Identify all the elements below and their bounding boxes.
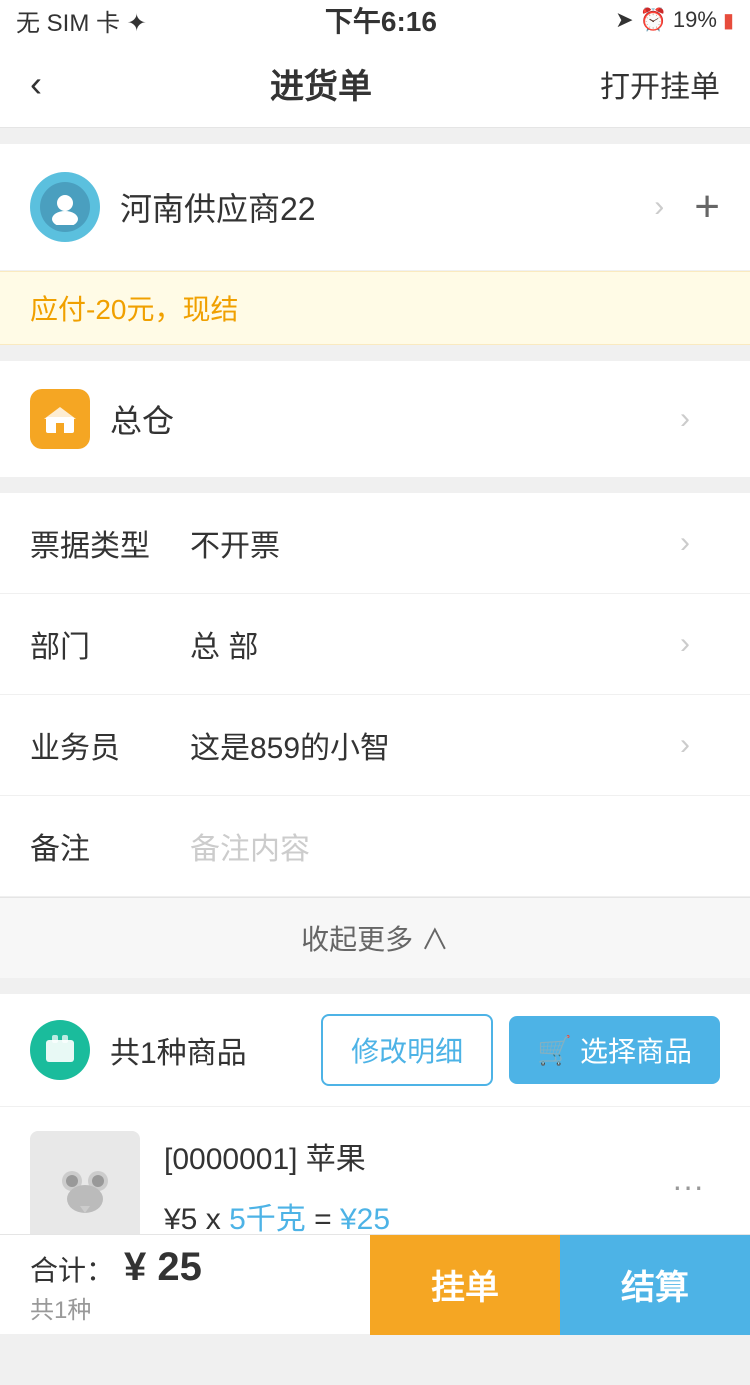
battery-icon: ▮ bbox=[723, 8, 734, 33]
price-multiply: x bbox=[206, 1203, 229, 1236]
footer: 合计： ¥ 25 共1种 挂单 结算 bbox=[0, 1234, 750, 1334]
battery-status: 19% bbox=[673, 7, 717, 33]
department-label: 部门 bbox=[30, 622, 190, 666]
product-price: ¥5 x 5千克 = ¥25 bbox=[164, 1194, 656, 1238]
status-right: ➤ ⏰ 19% ▮ bbox=[615, 7, 734, 33]
remark-label: 备注 bbox=[30, 824, 190, 868]
alarm-icon: ⏰ bbox=[640, 7, 667, 33]
supplier-chevron-icon: › bbox=[654, 190, 664, 224]
hang-order-button[interactable]: 挂单 bbox=[370, 1235, 560, 1335]
form-section: 票据类型 不开票 › 部门 总 部 › 业务员 这是859的小智 › 备注 备注… bbox=[0, 493, 750, 978]
price-qty: 5千克 bbox=[229, 1203, 306, 1236]
product-thumbnail bbox=[30, 1131, 140, 1241]
footer-total: 合计： ¥ 25 共1种 bbox=[0, 1245, 370, 1325]
supplier-name: 河南供应商22 bbox=[120, 184, 654, 230]
warehouse-name: 总仓 bbox=[110, 396, 680, 442]
nav-bar: ‹ 进货单 打开挂单 bbox=[0, 40, 750, 128]
back-button[interactable]: ‹ bbox=[30, 63, 42, 105]
invoice-type-label: 票据类型 bbox=[30, 521, 190, 565]
warehouse-section: 总仓 › bbox=[0, 361, 750, 477]
collapse-bar[interactable]: 收起更多 ∧ bbox=[0, 897, 750, 978]
department-value: 总 部 bbox=[190, 622, 680, 666]
add-button[interactable]: + bbox=[694, 185, 720, 229]
warehouse-icon bbox=[30, 389, 90, 449]
status-left: 无 SIM 卡 ✦ bbox=[16, 3, 147, 38]
salesperson-row[interactable]: 业务员 这是859的小智 › bbox=[0, 695, 750, 796]
product-icon bbox=[30, 1020, 90, 1080]
invoice-type-value: 不开票 bbox=[190, 521, 680, 565]
sales-chevron-icon: › bbox=[680, 728, 690, 762]
select-product-button[interactable]: 🛒 选择商品 bbox=[509, 1016, 720, 1084]
dept-chevron-icon: › bbox=[680, 627, 690, 661]
cart-icon: 🛒 bbox=[537, 1034, 572, 1067]
remark-input[interactable]: 备注内容 bbox=[190, 824, 720, 868]
price-total: ¥25 bbox=[340, 1203, 390, 1236]
salesperson-value: 这是859的小智 bbox=[190, 723, 680, 767]
checkout-button[interactable]: 结算 bbox=[560, 1235, 750, 1335]
supplier-section: 河南供应商22 › + 应付-20元，现结 bbox=[0, 144, 750, 345]
remark-row[interactable]: 备注 备注内容 bbox=[0, 796, 750, 897]
open-pending-button[interactable]: 打开挂单 bbox=[600, 62, 720, 106]
sim-status: 无 SIM 卡 ✦ bbox=[16, 3, 147, 38]
invoice-type-row[interactable]: 票据类型 不开票 › bbox=[0, 493, 750, 594]
department-row[interactable]: 部门 总 部 › bbox=[0, 594, 750, 695]
avatar-icon bbox=[40, 182, 90, 232]
warehouse-row[interactable]: 总仓 › bbox=[0, 361, 750, 477]
product-header: 共1种商品 修改明细 🛒 选择商品 bbox=[0, 994, 750, 1107]
total-label: 合计： bbox=[30, 1249, 114, 1289]
product-count: 共1种商品 bbox=[110, 1028, 321, 1072]
product-section: 共1种商品 修改明细 🛒 选择商品 [0000001] 苹果 ¥5 x bbox=[0, 994, 750, 1265]
price-unit: ¥5 bbox=[164, 1203, 197, 1236]
total-amount: ¥ 25 bbox=[124, 1245, 202, 1290]
warning-banner: 应付-20元，现结 bbox=[0, 271, 750, 345]
select-product-label: 选择商品 bbox=[580, 1030, 692, 1070]
supplier-avatar bbox=[30, 172, 100, 242]
price-equals: = bbox=[314, 1203, 340, 1236]
product-more-button[interactable]: ··· bbox=[656, 1158, 720, 1215]
product-name: [0000001] 苹果 bbox=[164, 1134, 656, 1178]
page-title: 进货单 bbox=[270, 59, 372, 108]
salesperson-label: 业务员 bbox=[30, 723, 190, 767]
status-bar: 无 SIM 卡 ✦ 下午6:16 ➤ ⏰ 19% ▮ bbox=[0, 0, 750, 40]
supplier-row[interactable]: 河南供应商22 › + bbox=[0, 144, 750, 271]
warehouse-chevron-icon: › bbox=[680, 402, 690, 436]
invoice-chevron-icon: › bbox=[680, 526, 690, 560]
total-sub: 共1种 bbox=[30, 1290, 340, 1325]
status-time: 下午6:16 bbox=[325, 0, 437, 40]
product-details: [0000001] 苹果 ¥5 x 5千克 = ¥25 bbox=[164, 1134, 656, 1238]
location-icon: ➤ bbox=[615, 7, 633, 33]
edit-detail-button[interactable]: 修改明细 bbox=[321, 1014, 493, 1086]
